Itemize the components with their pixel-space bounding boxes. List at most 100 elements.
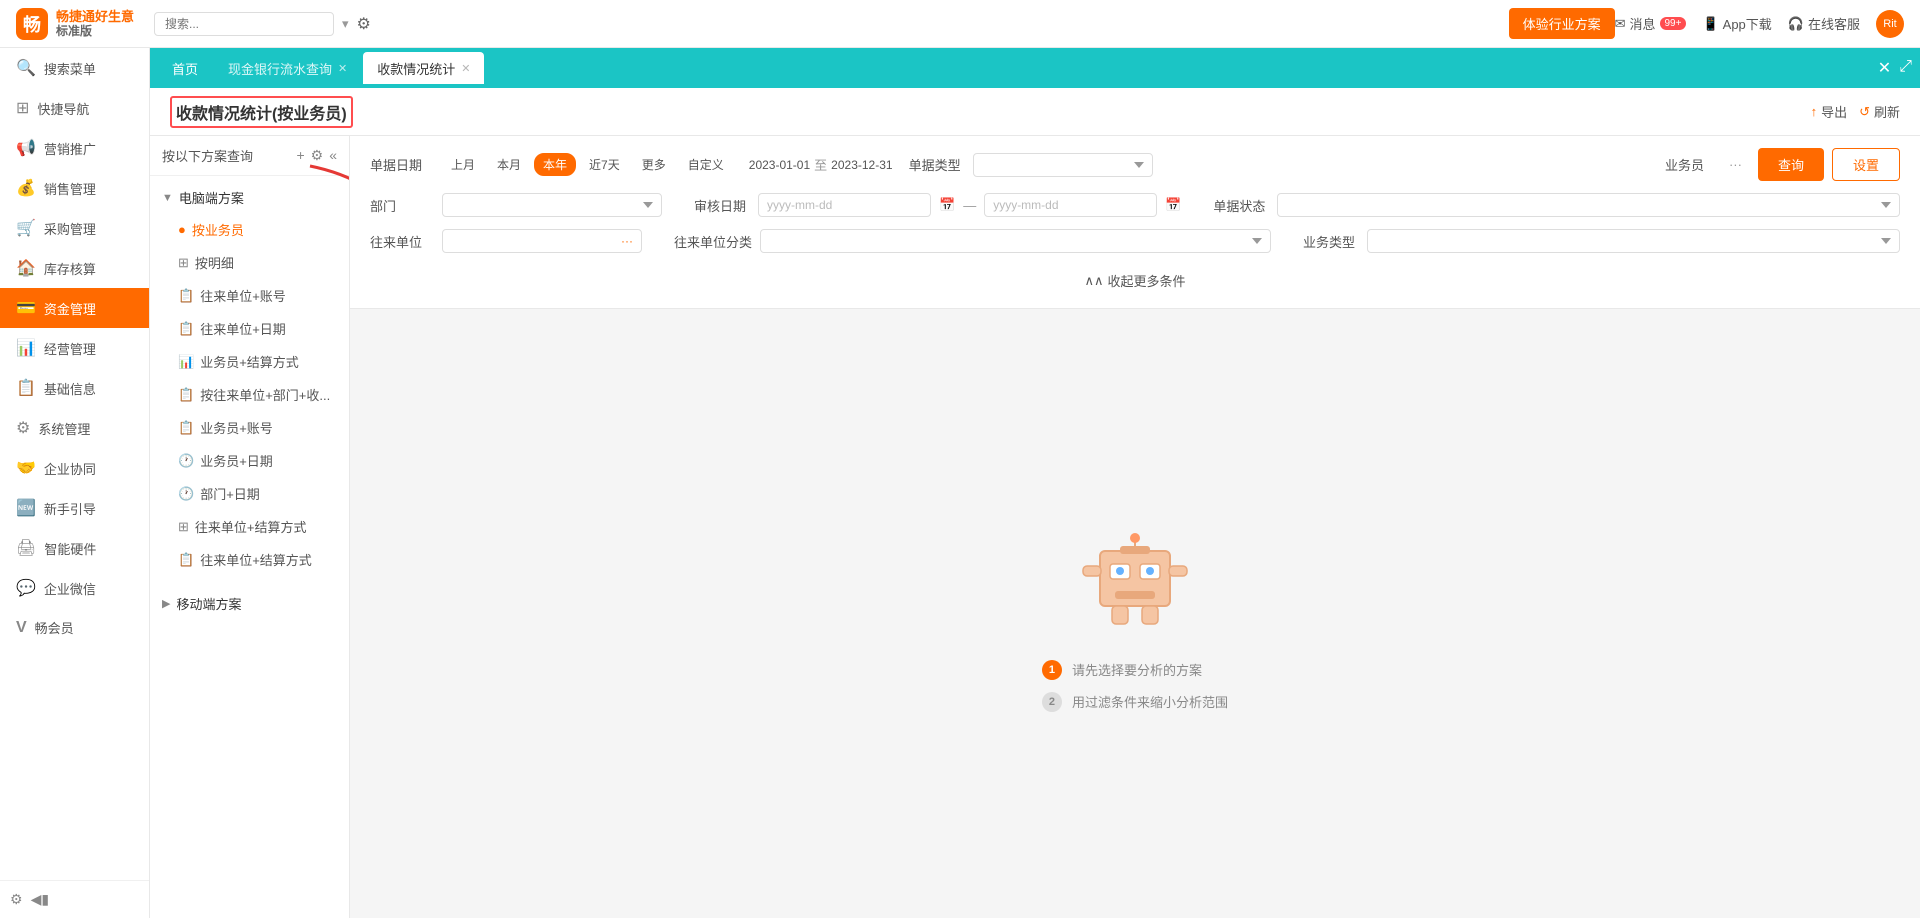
scheme-setting-icon[interactable]: ⚙	[311, 147, 324, 164]
audit-date-to-icon[interactable]: 📅	[1165, 197, 1181, 213]
sidebar-item-purchase[interactable]: 🛒 采购管理	[0, 208, 149, 248]
scheme-item-by-detail[interactable]: ⊞ 按明细	[150, 246, 349, 279]
tab-home[interactable]: 首页	[158, 52, 212, 84]
message-label: 消息	[1629, 14, 1655, 33]
date-btn-custom[interactable]: 自定义	[679, 153, 733, 176]
settings-gear-icon[interactable]: ⚙	[357, 14, 371, 34]
message-badge: 99+	[1660, 17, 1687, 30]
type-select[interactable]	[973, 153, 1153, 177]
date-btn-more[interactable]: 更多	[633, 153, 675, 176]
collapse-button[interactable]: ∧∧ 收起更多条件	[1072, 265, 1197, 296]
window-close-btn[interactable]: ✕	[1878, 58, 1891, 78]
app-download-button[interactable]: 📱 App下载	[1702, 14, 1771, 33]
salesman-more-icon[interactable]: ···	[1729, 157, 1742, 172]
scheme-item-partner-settlement2[interactable]: 📋 往来单位+结算方式	[150, 543, 349, 576]
dept-label: 部门	[370, 196, 426, 215]
sidebar-item-search[interactable]: 🔍 搜索菜单	[0, 48, 149, 88]
date-btn-this-month[interactable]: 本月	[488, 153, 530, 176]
query-button[interactable]: 查询	[1758, 148, 1824, 181]
audit-date-label: 审核日期	[694, 196, 750, 215]
status-select[interactable]	[1277, 193, 1900, 217]
partner-input-area[interactable]: ···	[442, 229, 642, 253]
salesman-label: 业务员	[1665, 155, 1721, 174]
tab-bank-flow-close[interactable]: ✕	[338, 62, 347, 75]
scheme-item-salesman-date[interactable]: 🕐 业务员+日期	[150, 444, 349, 477]
salesman-filter: 业务员 ···	[1665, 155, 1742, 174]
export-icon: ↑	[1811, 104, 1818, 119]
scheme-add-icon[interactable]: +	[296, 147, 304, 164]
scheme-collapse-icon[interactable]: «	[329, 147, 337, 164]
date-btn-last-month[interactable]: 上月	[442, 153, 484, 176]
settings-button[interactable]: 设置	[1832, 148, 1900, 181]
sidebar-item-enterprise[interactable]: 🤝 企业协同	[0, 448, 149, 488]
partner-category-select[interactable]	[760, 229, 1271, 253]
sidebar-item-wechat[interactable]: 💬 企业微信	[0, 568, 149, 608]
scheme-item-salesman-settlement[interactable]: 📊 业务员+结算方式	[150, 345, 349, 378]
tab-collection-stats-close[interactable]: ✕	[461, 62, 470, 75]
warehouse-icon: 🏠	[16, 258, 36, 278]
tab-bank-flow[interactable]: 现金银行流水查询 ✕	[214, 52, 361, 84]
audit-date-to[interactable]	[984, 193, 1157, 217]
sidebar-item-guide[interactable]: 🆕 新手引导	[0, 488, 149, 528]
sidebar-collapse-icon[interactable]: ◀▮	[31, 891, 49, 908]
scheme-item-partner-date[interactable]: 📋 往来单位+日期	[150, 312, 349, 345]
biz-type-select[interactable]	[1367, 229, 1900, 253]
scheme-item-dept-date[interactable]: 🕐 部门+日期	[150, 477, 349, 510]
app-wrapper: 畅 畅捷通好生意 标准版 ▾ ⚙ 体验行业方案 ✉ 消息 99+ 📱 App下载	[0, 0, 1920, 918]
scheme-section-mobile-header[interactable]: ▶ 移动端方案	[150, 588, 349, 619]
dropdown-arrow-icon[interactable]: ▾	[342, 16, 349, 32]
scheme-item-partner-dept-collect[interactable]: 📋 按往来单位+部门+收...	[150, 378, 349, 411]
partner-category-label: 往来单位分类	[674, 232, 752, 251]
date-btn-7days[interactable]: 近7天	[580, 153, 629, 176]
scheme-item-partner-account[interactable]: 📋 往来单位+账号	[150, 279, 349, 312]
message-button[interactable]: ✉ 消息 99+	[1615, 14, 1687, 33]
sidebar-item-warehouse[interactable]: 🏠 库存核算	[0, 248, 149, 288]
sidebar-item-finance[interactable]: 💳 资金管理	[0, 288, 149, 328]
sidebar-settings-icon[interactable]: ⚙	[10, 891, 23, 908]
pc-section-title: 电脑端方案	[179, 188, 244, 207]
main-area: 🔍 搜索菜单 ⊞ 快捷导航 📢 营销推广 💰 销售管理 🛒 采购管理	[0, 48, 1920, 918]
mobile-section-title: 移动端方案	[176, 594, 241, 613]
partner-date-icon: 📋	[178, 321, 194, 337]
sidebar-item-quicknav[interactable]: ⊞ 快捷导航	[0, 88, 149, 128]
dept-select[interactable]	[442, 193, 662, 217]
sidebar-item-system[interactable]: ⚙ 系统管理	[0, 408, 149, 448]
audit-date-from-icon[interactable]: 📅	[939, 197, 955, 213]
partner-more-btn[interactable]: ···	[621, 234, 633, 248]
biz-type-label: 业务类型	[1303, 232, 1359, 251]
scheme-item-by-salesman[interactable]: ● 按业务员	[150, 213, 349, 246]
detail-scheme-label: 按明细	[195, 253, 234, 272]
sidebar-item-member[interactable]: V 畅会员	[0, 608, 149, 647]
scheme-item-partner-settlement1[interactable]: ⊞ 往来单位+结算方式	[150, 510, 349, 543]
scheme-panel-title: 按以下方案查询	[162, 146, 296, 165]
quicknav-icon: ⊞	[16, 98, 29, 118]
sidebar-item-operations[interactable]: 📊 经营管理	[0, 328, 149, 368]
logo-name: 畅捷通好生意	[56, 9, 134, 25]
app-download-label: App下载	[1723, 14, 1772, 33]
sidebar-label-marketing: 营销推广	[44, 139, 96, 158]
date-btn-this-year[interactable]: 本年	[534, 153, 576, 176]
sidebar-label-search: 搜索菜单	[44, 59, 96, 78]
scheme-section-pc-header[interactable]: ▼ 电脑端方案	[150, 182, 349, 213]
audit-date-from[interactable]	[758, 193, 931, 217]
window-maximize-btn[interactable]: ⤢	[1899, 58, 1912, 78]
enterprise-icon: 🤝	[16, 458, 36, 478]
top-search-input[interactable]	[154, 12, 334, 36]
scheme-panel-header: 按以下方案查询 + ⚙ «	[150, 136, 349, 176]
partner-category-filter: 往来单位分类	[674, 229, 1271, 253]
trial-button[interactable]: 体验行业方案	[1509, 8, 1615, 39]
scheme-item-salesman-account[interactable]: 📋 业务员+账号	[150, 411, 349, 444]
scheme-section-pc: ▼ 电脑端方案 ● 按业务员 ⊞ 按明细 📋	[150, 176, 349, 582]
sidebar-label-system: 系统管理	[38, 419, 90, 438]
user-avatar[interactable]: Rit	[1876, 10, 1904, 38]
sidebar-item-sales[interactable]: 💰 销售管理	[0, 168, 149, 208]
refresh-button[interactable]: ↺ 刷新	[1859, 102, 1900, 121]
sidebar-item-marketing[interactable]: 📢 营销推广	[0, 128, 149, 168]
export-button[interactable]: ↑ 导出	[1811, 102, 1848, 121]
smarthw-icon: 🖨	[16, 538, 36, 558]
online-support-button[interactable]: 🎧 在线客服	[1788, 14, 1860, 33]
type-filter: 单据类型	[909, 153, 1649, 177]
sidebar-item-smarthw[interactable]: 🖨 智能硬件	[0, 528, 149, 568]
tab-collection-stats[interactable]: 收款情况统计 ✕	[363, 52, 484, 84]
sidebar-item-basicinfo[interactable]: 📋 基础信息	[0, 368, 149, 408]
